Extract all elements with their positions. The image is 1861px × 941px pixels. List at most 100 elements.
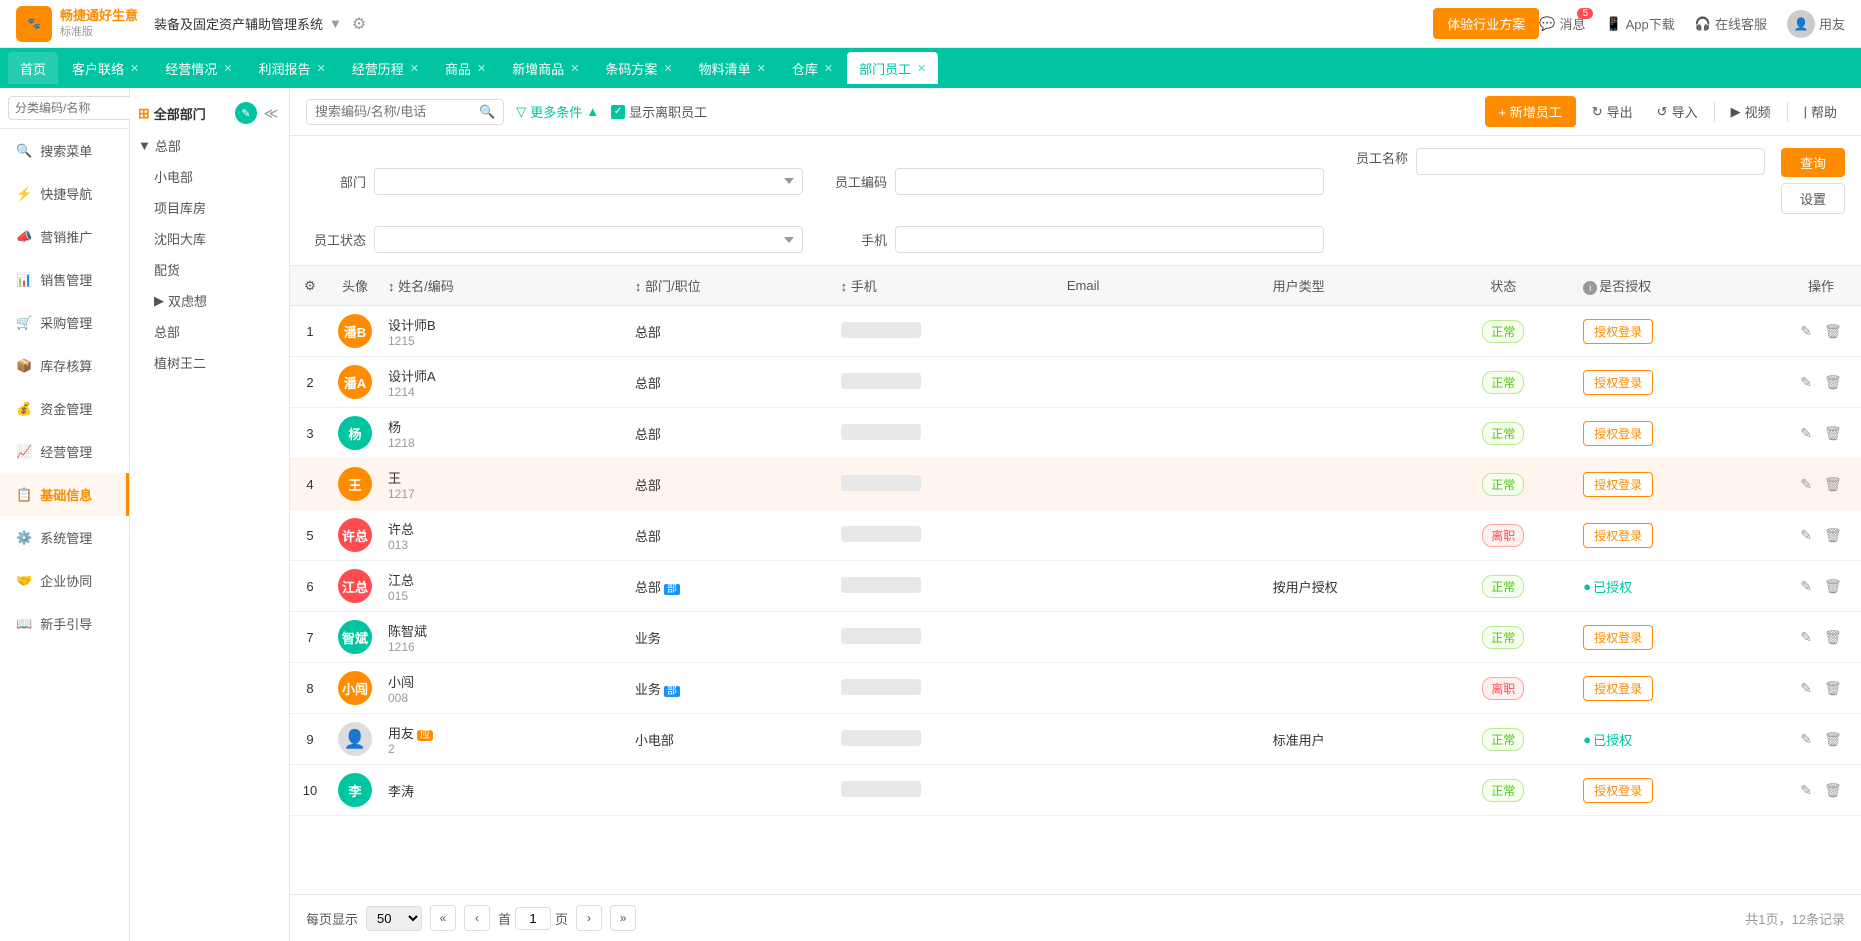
auth-button[interactable]: 授权登录 — [1583, 778, 1653, 803]
tree-edit-button[interactable]: ✎ — [235, 102, 257, 124]
filter-empcode-input[interactable] — [895, 168, 1324, 195]
th-phone[interactable]: ↕ 手机 — [833, 266, 1059, 306]
tree-item-peihuo[interactable]: 配货 — [130, 254, 289, 285]
online-service-button[interactable]: 🎧 在线客服 — [1695, 14, 1767, 33]
reset-button[interactable]: 设置 — [1781, 183, 1845, 214]
show-resigned-checkbox[interactable] — [611, 105, 625, 119]
filter-status-select[interactable] — [374, 226, 803, 253]
auth-button[interactable]: 授权登录 — [1583, 472, 1653, 497]
sidebar-item-marketing[interactable]: 📣 营销推广 — [0, 215, 129, 258]
tab-close-profit[interactable]: ✕ — [317, 62, 326, 75]
tab-customer[interactable]: 客户联络 ✕ — [60, 52, 151, 84]
tab-close-history[interactable]: ✕ — [410, 62, 419, 75]
auth-button[interactable]: 授权登录 — [1583, 676, 1653, 701]
tree-item-zongbu-sub[interactable]: 总部 — [130, 316, 289, 347]
delete-button[interactable]: 🗑 — [1822, 525, 1844, 546]
edit-button[interactable]: ✎ — [1798, 474, 1814, 495]
export-button[interactable]: ↻ 导出 — [1584, 98, 1641, 125]
tree-collapse-button[interactable]: ≪ — [261, 103, 281, 123]
delete-button[interactable]: 🗑 — [1822, 780, 1844, 801]
tab-add-product[interactable]: 新增商品 ✕ — [500, 52, 591, 84]
delete-button[interactable]: 🗑 — [1822, 423, 1844, 444]
delete-button[interactable]: 🗑 — [1822, 372, 1844, 393]
user-avatar[interactable]: 👤 用友 — [1787, 10, 1845, 38]
sidebar-item-purchase[interactable]: 🛒 采购管理 — [0, 301, 129, 344]
edit-button[interactable]: ✎ — [1798, 372, 1814, 393]
sidebar-item-collab[interactable]: 🤝 企业协同 — [0, 559, 129, 602]
sidebar-item-sales[interactable]: 📊 销售管理 — [0, 258, 129, 301]
trial-button[interactable]: 体验行业方案 — [1433, 8, 1539, 39]
edit-button[interactable]: ✎ — [1798, 780, 1814, 801]
tab-close-barcode[interactable]: ✕ — [663, 62, 672, 75]
filter-empname-input[interactable] — [1416, 148, 1765, 175]
tab-close-add-product[interactable]: ✕ — [570, 62, 579, 75]
sidebar-item-guide[interactable]: 📖 新手引导 — [0, 602, 129, 645]
show-resigned-checkbox-label[interactable]: 显示离职员工 — [611, 102, 707, 121]
search-icon[interactable]: 🔍 — [479, 104, 495, 120]
more-filter-button[interactable]: ▽ 更多条件 ▲ — [516, 102, 599, 121]
last-page-button[interactable]: » — [610, 905, 636, 931]
tab-home[interactable]: 首页 — [8, 52, 58, 84]
edit-button[interactable]: ✎ — [1798, 729, 1814, 750]
sidebar-item-inventory[interactable]: 📦 库存核算 — [0, 344, 129, 387]
tab-product[interactable]: 商品 ✕ — [433, 52, 498, 84]
delete-button[interactable]: 🗑 — [1822, 729, 1844, 750]
tab-close-product[interactable]: ✕ — [477, 62, 486, 75]
tab-close-department[interactable]: ✕ — [917, 62, 926, 75]
sidebar-item-quicknav[interactable]: ⚡ 快捷导航 — [0, 172, 129, 215]
search-input[interactable] — [315, 104, 475, 119]
delete-button[interactable]: 🗑 — [1822, 321, 1844, 342]
filter-phone-input[interactable] — [895, 226, 1324, 253]
tree-item-shenyang[interactable]: 沈阳大库 — [130, 223, 289, 254]
auth-button[interactable]: 授权登录 — [1583, 625, 1653, 650]
sidebar-item-basics[interactable]: 📋 基础信息 — [0, 473, 129, 516]
tab-warehouse[interactable]: 仓库 ✕ — [780, 52, 845, 84]
delete-button[interactable]: 🗑 — [1822, 576, 1844, 597]
tree-item-zhishu[interactable]: 植树王二 — [130, 347, 289, 378]
import-button[interactable]: ↺ 导入 — [1649, 98, 1706, 125]
tree-item-xiaodianbu[interactable]: 小电部 — [130, 161, 289, 192]
auth-button[interactable]: 授权登录 — [1583, 523, 1653, 548]
tab-department[interactable]: 部门员工 ✕ — [847, 52, 938, 84]
tab-close-warehouse[interactable]: ✕ — [824, 62, 833, 75]
tab-close-operations[interactable]: ✕ — [223, 62, 232, 75]
auth-button[interactable]: 授权登录 — [1583, 421, 1653, 446]
sidebar-item-finance[interactable]: 💰 资金管理 — [0, 387, 129, 430]
th-name[interactable]: ↕ 姓名/编码 — [380, 266, 627, 306]
th-settings[interactable]: ⚙ — [290, 266, 330, 306]
auth-info-icon[interactable]: i — [1583, 281, 1597, 295]
tree-item-shuang[interactable]: ▶ 双虑想 — [130, 285, 289, 316]
sidebar-item-business[interactable]: 📈 经营管理 — [0, 430, 129, 473]
prev-page-button[interactable]: ‹ — [464, 905, 490, 931]
tab-material[interactable]: 物料清单 ✕ — [687, 52, 778, 84]
app-download-button[interactable]: 📱 App下载 — [1605, 14, 1674, 33]
tree-item-xiangmu[interactable]: 项目库房 — [130, 192, 289, 223]
auth-button[interactable]: 授权登录 — [1583, 319, 1653, 344]
filter-dept-select[interactable] — [374, 168, 803, 195]
add-employee-button[interactable]: + 新增员工 — [1485, 96, 1576, 127]
edit-button[interactable]: ✎ — [1798, 423, 1814, 444]
help-button[interactable]: | 帮助 — [1796, 98, 1845, 125]
delete-button[interactable]: 🗑 — [1822, 627, 1844, 648]
message-button[interactable]: 💬 消息 5 — [1539, 14, 1585, 33]
next-page-button[interactable]: › — [576, 905, 602, 931]
tab-operations[interactable]: 经营情况 ✕ — [153, 52, 244, 84]
query-button[interactable]: 查询 — [1781, 148, 1845, 177]
tab-close-customer[interactable]: ✕ — [130, 62, 139, 75]
settings-icon[interactable]: ⚙ — [352, 14, 366, 34]
auth-button[interactable]: 授权登录 — [1583, 370, 1653, 395]
edit-button[interactable]: ✎ — [1798, 321, 1814, 342]
system-dropdown-icon[interactable]: ▼ — [329, 16, 342, 31]
delete-button[interactable]: 🗑 — [1822, 474, 1844, 495]
edit-button[interactable]: ✎ — [1798, 525, 1814, 546]
th-dept[interactable]: ↕ 部门/职位 — [627, 266, 833, 306]
edit-button[interactable]: ✎ — [1798, 627, 1814, 648]
sidebar-item-search[interactable]: 🔍 搜索菜单 — [0, 129, 129, 172]
page-input[interactable] — [515, 907, 551, 930]
delete-button[interactable]: 🗑 — [1822, 678, 1844, 699]
tab-barcode[interactable]: 条码方案 ✕ — [593, 52, 684, 84]
per-page-select[interactable]: 50 100 — [366, 906, 422, 931]
video-button[interactable]: ▶ 视频 — [1723, 98, 1779, 125]
tab-profit[interactable]: 利润报告 ✕ — [246, 52, 337, 84]
sidebar-item-system[interactable]: ⚙️ 系统管理 — [0, 516, 129, 559]
